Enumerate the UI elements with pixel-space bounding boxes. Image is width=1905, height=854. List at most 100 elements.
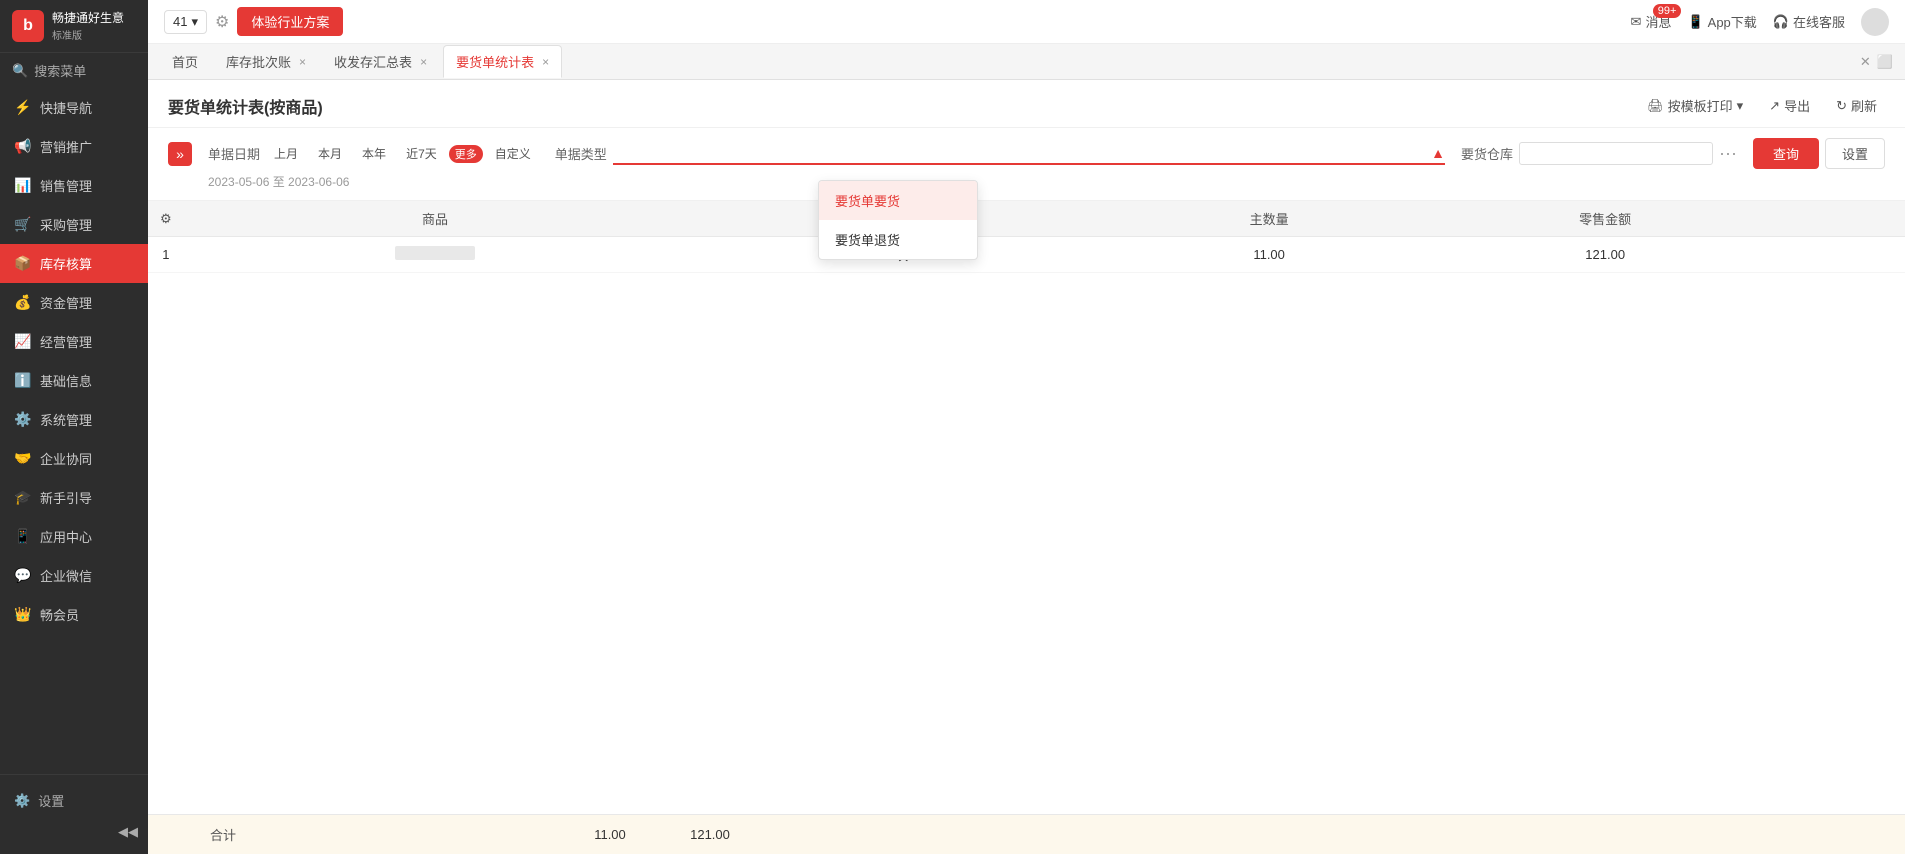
online-service-item[interactable]: 🎧 在线客服 [1773, 12, 1845, 31]
warehouse-input[interactable] [1519, 142, 1713, 165]
sidebar-item-member[interactable]: 👑 畅会员 [0, 595, 148, 634]
col-amount-header: 零售金额 [1421, 201, 1789, 237]
sidebar-item-appcenter[interactable]: 📱 应用中心 [0, 517, 148, 556]
export-icon: ↗ [1769, 98, 1780, 114]
appcenter-icon: 📱 [14, 528, 32, 545]
sidebar-item-basic[interactable]: ℹ️ 基础信息 [0, 361, 148, 400]
table-footer: 合计 11.00 121.00 [148, 814, 1905, 854]
query-button[interactable]: 查询 [1753, 138, 1819, 169]
tab-order-summary-close[interactable]: × [542, 55, 549, 69]
message-icon: ✉ [1631, 14, 1642, 30]
header-left: 41 ▾ ⚙ 体验行业方案 [164, 7, 343, 36]
export-button[interactable]: ↗ 导出 [1761, 92, 1818, 119]
type-input-wrap: ▲ [613, 142, 1445, 165]
operations-icon: 📈 [14, 333, 32, 350]
sidebar-item-guide[interactable]: 🎓 新手引导 [0, 478, 148, 517]
table-container: ⚙ 商品 主计量单位 主数量 零售金额 1 块 [148, 201, 1905, 273]
store-selector[interactable]: 41 ▾ [164, 10, 207, 34]
tab-inventory-batch[interactable]: 库存批次账 × [214, 46, 318, 77]
last-month-btn[interactable]: 上月 [266, 143, 306, 164]
expand-filter-button[interactable]: » [168, 142, 192, 166]
service-icon: 🎧 [1773, 14, 1789, 30]
footer-quantity: 11.00 [560, 827, 660, 842]
settings-icon: ⚙️ [14, 793, 30, 809]
row-amount[interactable]: 121.00 [1421, 237, 1789, 273]
tab-home[interactable]: 首页 [160, 46, 210, 77]
sidebar-item-marketing[interactable]: 📢 营销推广 [0, 127, 148, 166]
sidebar-item-collaboration[interactable]: 🤝 企业协同 [0, 439, 148, 478]
app-name: 畅捷通好生意 [52, 10, 124, 27]
sidebar-item-sales[interactable]: 📊 销售管理 [0, 166, 148, 205]
close-all-icon[interactable]: ✕ [1860, 54, 1871, 70]
type-chevron-up-icon[interactable]: ▲ [1431, 145, 1445, 161]
print-template-button[interactable]: 🖨 按模板打印 ▾ [1639, 92, 1751, 119]
print-icon: 🖨 [1647, 98, 1664, 114]
sidebar-item-system[interactable]: ⚙️ 系统管理 [0, 400, 148, 439]
sidebar-item-finance[interactable]: 💰 资金管理 [0, 283, 148, 322]
filter-row: » 单据日期 上月 本月 本年 近7天 更多 自定义 单据类型 [168, 138, 1885, 169]
header-right: ✉ 消息 99+ 📱 App下载 🎧 在线客服 [1631, 8, 1889, 36]
maximize-icon[interactable]: ⬜ [1877, 54, 1893, 70]
app-download-item[interactable]: 📱 App下载 [1687, 12, 1756, 31]
main-area: 41 ▾ ⚙ 体验行业方案 ✉ 消息 99+ 📱 App下载 🎧 在线客服 [148, 0, 1905, 854]
tab-inventory-batch-close[interactable]: × [299, 55, 306, 69]
inventory-icon: 📦 [14, 255, 32, 272]
marketing-icon: 📢 [14, 138, 32, 155]
tab-order-summary[interactable]: 要货单统计表 × [443, 45, 562, 78]
refresh-button[interactable]: ↻ 刷新 [1828, 92, 1885, 119]
row-num: 1 [148, 237, 184, 273]
messages-item[interactable]: ✉ 消息 99+ [1631, 12, 1672, 31]
sidebar-item-purchase[interactable]: 🛒 采购管理 [0, 205, 148, 244]
sidebar-item-quicknav[interactable]: ⚡ 快捷导航 [0, 88, 148, 127]
tab-recv-send-label: 收发存汇总表 [334, 52, 412, 71]
sidebar-bottom: ⚙️ 设置 ◀◀ [0, 774, 148, 854]
custom-date-btn[interactable]: 自定义 [487, 143, 539, 164]
col-settings-header[interactable]: ⚙ [148, 201, 184, 237]
date-shortcuts: 上月 本月 本年 近7天 更多 自定义 [266, 143, 539, 164]
this-month-btn[interactable]: 本月 [310, 143, 350, 164]
date-filter-group: 单据日期 上月 本月 本年 近7天 更多 自定义 [208, 143, 539, 164]
sidebar-item-operations[interactable]: 📈 经营管理 [0, 322, 148, 361]
tab-recv-send-summary[interactable]: 收发存汇总表 × [322, 46, 439, 77]
sidebar: b 畅捷通好生意 标准版 🔍 搜索菜单 ⚡ 快捷导航 📢 营销推广 📊 销售管理… [0, 0, 148, 854]
dropdown-item-return[interactable]: 要货单退货 [819, 220, 977, 259]
collapse-icon: ◀◀ [118, 824, 138, 840]
sidebar-settings-item[interactable]: ⚙️ 设置 [0, 783, 148, 818]
settings-button[interactable]: 设置 [1825, 138, 1885, 169]
header-settings-icon[interactable]: ⚙ [215, 12, 229, 32]
last-7days-btn[interactable]: 近7天 [398, 143, 445, 164]
table-row: 1 块 11.00 121.00 [148, 237, 1905, 273]
row-quantity[interactable]: 11.00 [1117, 237, 1422, 273]
basic-icon: ℹ️ [14, 372, 32, 389]
collaboration-icon: 🤝 [14, 450, 32, 467]
finance-icon: 💰 [14, 294, 32, 311]
dropdown-item-order[interactable]: 要货单要货 [819, 181, 977, 220]
print-chevron: ▾ [1737, 98, 1744, 114]
trial-button[interactable]: 体验行业方案 [237, 7, 343, 36]
more-date-tag[interactable]: 更多 [449, 145, 483, 163]
system-icon: ⚙️ [14, 411, 32, 428]
app-tag: 标准版 [52, 27, 124, 42]
page-title: 要货单统计表(按商品) [168, 94, 323, 118]
sidebar-item-inventory[interactable]: 📦 库存核算 [0, 244, 148, 283]
this-year-btn[interactable]: 本年 [354, 143, 394, 164]
footer-amount: 121.00 [660, 827, 760, 842]
sidebar-collapse-button[interactable]: ◀◀ [0, 818, 148, 846]
data-table: ⚙ 商品 主计量单位 主数量 零售金额 1 块 [148, 201, 1905, 273]
expand-icon: » [176, 146, 184, 162]
phone-icon: 📱 [1687, 14, 1703, 30]
online-service-label: 在线客服 [1793, 12, 1845, 31]
logo-icon: b [12, 10, 44, 42]
user-avatar[interactable] [1861, 8, 1889, 36]
app-download-label: App下载 [1708, 12, 1757, 31]
search-menu-item[interactable]: 🔍 搜索菜单 [0, 53, 148, 88]
col-quantity-header: 主数量 [1117, 201, 1422, 237]
goods-placeholder [395, 246, 475, 260]
more-filters-icon[interactable]: ··· [1719, 143, 1737, 164]
tab-inventory-batch-label: 库存批次账 [226, 52, 291, 71]
type-input[interactable] [613, 142, 1431, 163]
sidebar-item-wechat[interactable]: 💬 企业微信 [0, 556, 148, 595]
app-logo: b 畅捷通好生意 标准版 [0, 0, 148, 53]
page-header: 要货单统计表(按商品) 🖨 按模板打印 ▾ ↗ 导出 ↻ 刷新 [148, 80, 1905, 128]
tab-recv-send-close[interactable]: × [420, 55, 427, 69]
